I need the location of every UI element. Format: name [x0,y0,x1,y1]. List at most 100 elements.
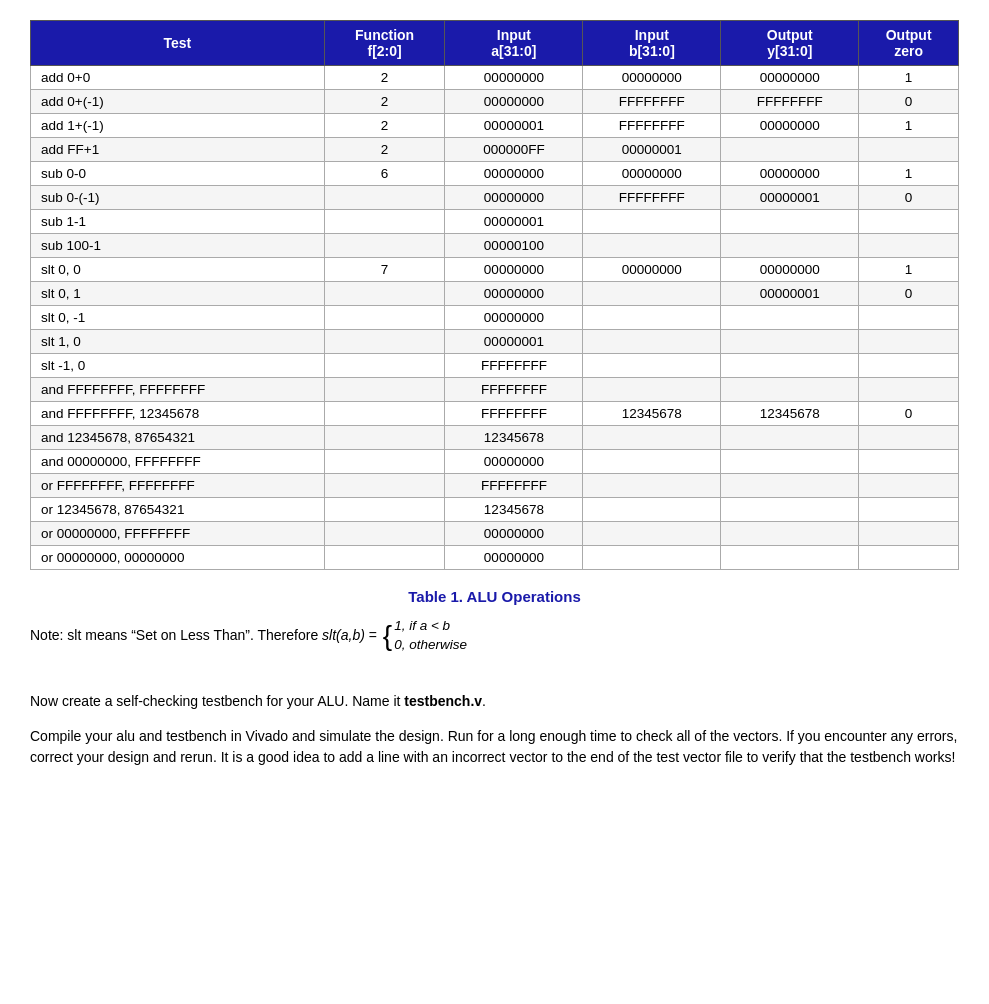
table-cell: 00000000 [721,162,859,186]
table-cell [859,354,959,378]
table-cell: 1 [859,66,959,90]
table-cell: 00000000 [721,114,859,138]
table-row: slt 0, 070000000000000000000000001 [31,258,959,282]
table-row: and FFFFFFFF, 12345678FFFFFFFF1234567812… [31,402,959,426]
table-cell [859,210,959,234]
table-cell: and 12345678, 87654321 [31,426,325,450]
table-cell: FFFFFFFF [583,114,721,138]
table-row: add FF+12000000FF00000001 [31,138,959,162]
table-row: and 00000000, FFFFFFFF00000000 [31,450,959,474]
table-cell [859,426,959,450]
table-cell: 00000001 [721,186,859,210]
brace-cases: 1, if a < b 0, otherwise [394,617,467,655]
table-cell: 12345678 [445,498,583,522]
table-cell: 00000001 [583,138,721,162]
table-cell [583,234,721,258]
table-cell [583,474,721,498]
table-cell: and 00000000, FFFFFFFF [31,450,325,474]
table-cell [721,498,859,522]
table-cell [324,450,445,474]
table-cell: slt 0, -1 [31,306,325,330]
table-cell [324,210,445,234]
table-row: sub 100-100000100 [31,234,959,258]
table-row: and FFFFFFFF, FFFFFFFF FFFFFFFF [31,378,959,402]
table-cell [583,498,721,522]
table-row: slt 1, 000000001 [31,330,959,354]
table-cell: FFFFFFFF [445,378,583,402]
table-cell: 2 [324,114,445,138]
table-cell: 00000000 [445,522,583,546]
table-cell [583,450,721,474]
table-cell [583,330,721,354]
table-cell: 000000FF [445,138,583,162]
table-cell: 0 [859,186,959,210]
table-cell [859,522,959,546]
table-cell [324,378,445,402]
table-cell: 00000001 [721,282,859,306]
table-cell: add FF+1 [31,138,325,162]
table-cell: 00000000 [445,282,583,306]
table-cell [324,498,445,522]
table-cell: 00000001 [445,210,583,234]
paragraph1-text: Now create a self-checking testbench for… [30,693,404,709]
table-cell [859,546,959,570]
left-brace: { [383,622,392,650]
table-cell: 00000000 [445,90,583,114]
table-cell: 00000000 [445,306,583,330]
table-cell: sub 1-1 [31,210,325,234]
table-cell [721,450,859,474]
table-cell: 00000001 [445,114,583,138]
case-1: 1, if a < b [394,617,467,636]
table-cell: and FFFFFFFF, 12345678 [31,402,325,426]
table-cell [721,138,859,162]
table-cell [324,330,445,354]
col-output-y-header: Output y[31:0] [721,21,859,66]
table-cell [721,474,859,498]
table-caption-area: Table 1. ALU Operations [30,588,959,605]
table-row: slt 0, -1 00000000 [31,306,959,330]
table-row: or 12345678, 87654321 12345678 [31,498,959,522]
table-row: sub 1-1 00000001 [31,210,959,234]
table-cell: 6 [324,162,445,186]
table-cell [859,234,959,258]
table-cell [324,354,445,378]
table-cell [324,186,445,210]
table-cell [324,546,445,570]
table-cell [583,426,721,450]
table-cell: FFFFFFFF [721,90,859,114]
table-row: slt -1, 0FFFFFFFF [31,354,959,378]
table-cell [324,522,445,546]
alu-operations-table: Test Function f[2:0] Input a[31:0] Input… [30,20,959,570]
table-cell: 1 [859,162,959,186]
table-row: or 00000000, FFFFFFFF 00000000 [31,522,959,546]
table-cell [583,522,721,546]
table-row: or 00000000, 0000000000000000 [31,546,959,570]
col-input-b-header: Input b[31:0] [583,21,721,66]
table-cell [721,330,859,354]
table-cell: 00000000 [445,186,583,210]
table-row: sub 0-(-1)00000000FFFFFFFF000000010 [31,186,959,210]
table-cell: 12345678 [445,426,583,450]
table-cell: or 00000000, 00000000 [31,546,325,570]
table-cell [583,546,721,570]
table-cell: 0 [859,90,959,114]
table-cell: add 1+(-1) [31,114,325,138]
table-cell: add 0+0 [31,66,325,90]
table-cell: slt 0, 0 [31,258,325,282]
table-cell [324,306,445,330]
table-cell: 0 [859,402,959,426]
table-cell: and FFFFFFFF, FFFFFFFF [31,378,325,402]
note-prefix-text: Note: slt means “Set on Less Than”. Ther… [30,627,322,643]
paragraph-1: Now create a self-checking testbench for… [30,691,959,712]
table-cell [721,546,859,570]
note-area: Note: slt means “Set on Less Than”. Ther… [30,617,959,655]
table-cell: sub 0-0 [31,162,325,186]
table-row: and 12345678, 87654321 12345678 [31,426,959,450]
table-cell: 00000000 [583,66,721,90]
table-cell [721,426,859,450]
table-cell [583,282,721,306]
table-cell: or 00000000, FFFFFFFF [31,522,325,546]
col-test-header: Test [31,21,325,66]
table-cell: or 12345678, 87654321 [31,498,325,522]
table-cell: slt -1, 0 [31,354,325,378]
